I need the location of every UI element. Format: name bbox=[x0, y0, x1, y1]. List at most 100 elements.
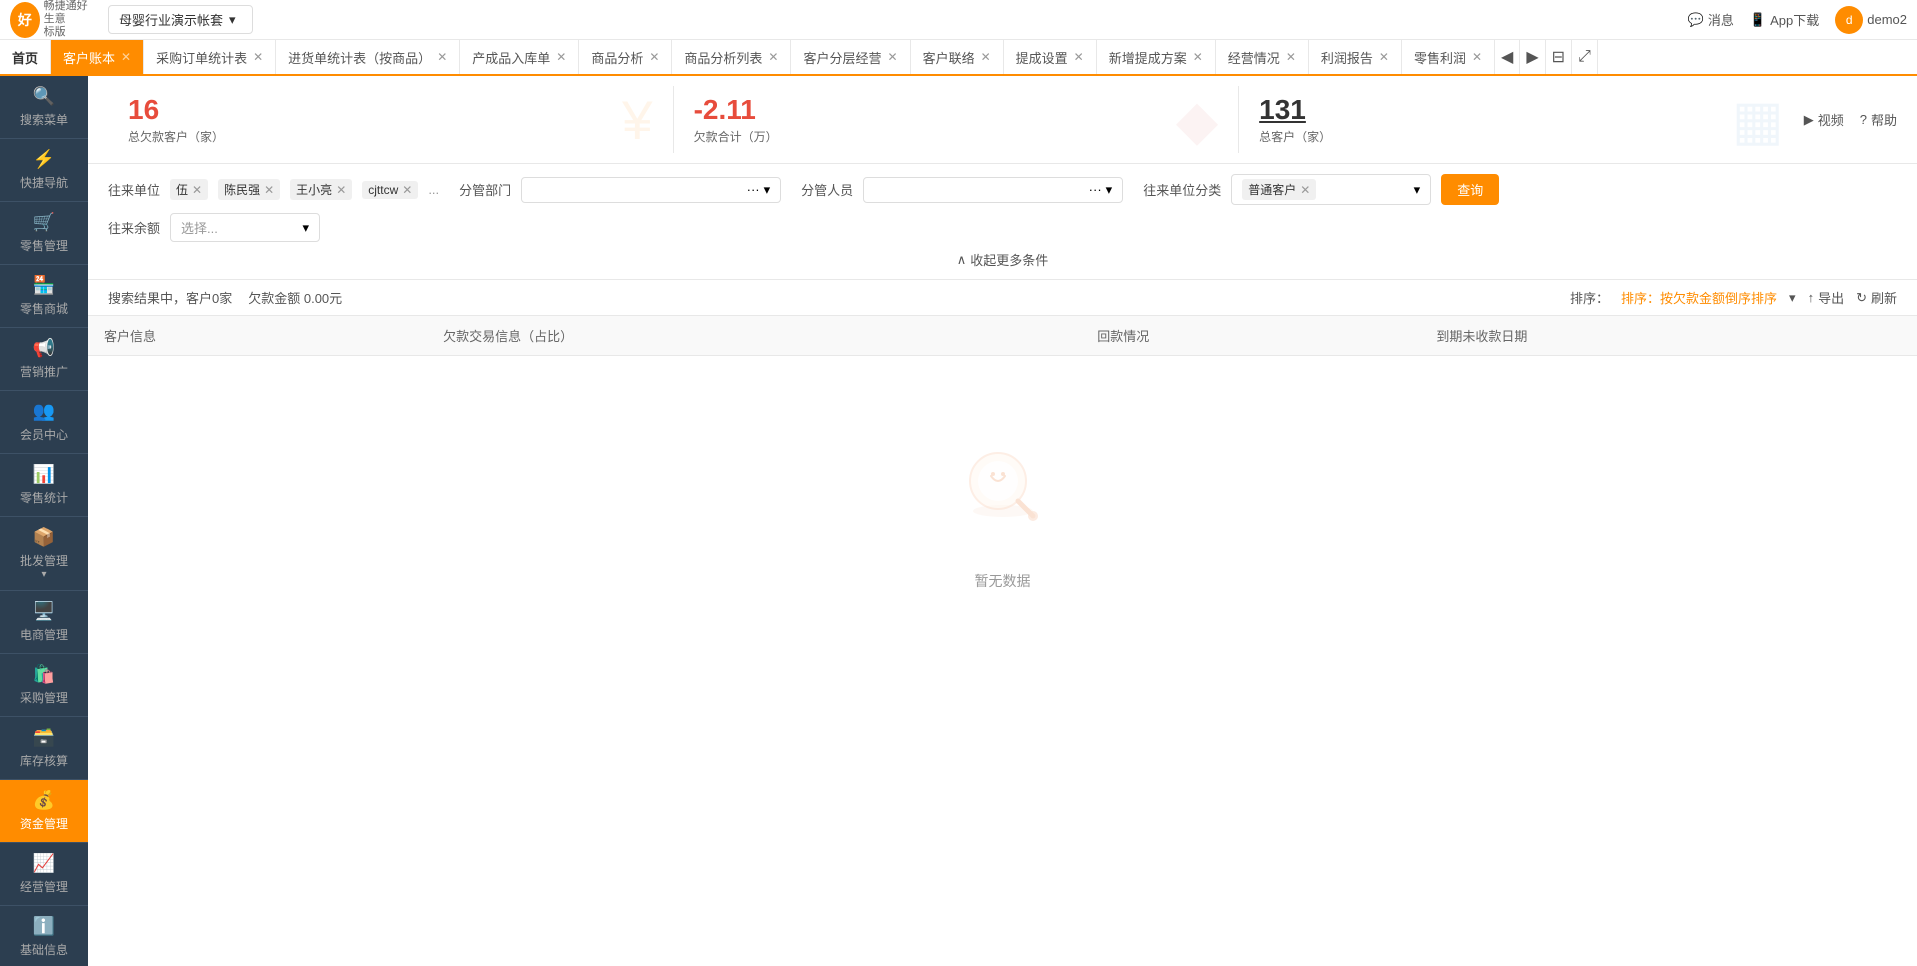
collapse-icon: ∧ bbox=[957, 252, 967, 268]
sidebar-item-quick-nav[interactable]: ⚡ 快捷导航 bbox=[0, 139, 88, 202]
main-layout: 🔍 搜索菜单 ⚡ 快捷导航 🛒 零售管理 🏪 零售商城 📢 营销推广 👥 会员中… bbox=[0, 76, 1917, 966]
balance-filter-label: 往来余额 bbox=[108, 218, 160, 237]
tab-profit-report[interactable]: 利润报告 ✕ bbox=[1309, 40, 1402, 74]
sort-label: 排序： bbox=[1570, 288, 1609, 307]
sidebar: 🔍 搜索菜单 ⚡ 快捷导航 🛒 零售管理 🏪 零售商城 📢 营销推广 👥 会员中… bbox=[0, 76, 88, 966]
tab-product-instock[interactable]: 产成品入库单 ✕ bbox=[460, 40, 579, 74]
stat-debit-amount-value: -2.11 bbox=[694, 94, 778, 126]
tab-goods-analysis-list[interactable]: 商品分析列表 ✕ bbox=[672, 40, 791, 74]
sidebar-item-basic-info[interactable]: ℹ️ 基础信息 bbox=[0, 906, 88, 966]
user-menu[interactable]: d demo2 bbox=[1835, 6, 1907, 34]
filter-tag-close-unit-1[interactable]: ✕ bbox=[264, 183, 274, 197]
sidebar-item-operations-mgmt[interactable]: 📈 经营管理 bbox=[0, 843, 88, 906]
sort-select[interactable]: 排序：按欠款金额倒序排序 bbox=[1621, 288, 1777, 307]
tab-expand-button[interactable]: ⊟ bbox=[1546, 40, 1572, 74]
results-actions: 排序： 排序：按欠款金额倒序排序 ▾ ↑ 导出 ↻ 刷新 bbox=[1570, 288, 1897, 307]
tab-fullscreen-button[interactable]: ⤢ bbox=[1572, 40, 1598, 74]
filter-tag-close-unit-3[interactable]: ✕ bbox=[402, 183, 412, 197]
tab-close-product-instock[interactable]: ✕ bbox=[556, 50, 566, 64]
tab-purchase-order[interactable]: 采购订单统计表 ✕ bbox=[144, 40, 276, 74]
capital-icon: 💰 bbox=[33, 790, 55, 811]
sidebar-item-purchase-mgmt[interactable]: 🛍️ 采购管理 bbox=[0, 654, 88, 717]
tab-close-raise-settings[interactable]: ✕ bbox=[1074, 50, 1084, 64]
tab-close-new-raise-plan[interactable]: ✕ bbox=[1193, 50, 1203, 64]
dept-select-dots[interactable]: ··· bbox=[747, 182, 760, 198]
sidebar-item-retail-stats[interactable]: 📊 零售统计 bbox=[0, 454, 88, 517]
app-download-button[interactable]: 📱 App下载 bbox=[1750, 10, 1819, 29]
category-select-chevron: ▾ bbox=[1414, 182, 1421, 198]
tab-close-customer-contact[interactable]: ✕ bbox=[981, 50, 991, 64]
tab-close-customer-tier[interactable]: ✕ bbox=[888, 50, 898, 64]
tab-raise-settings[interactable]: 提成设置 ✕ bbox=[1004, 40, 1097, 74]
basic-info-icon: ℹ️ bbox=[33, 916, 55, 937]
tab-new-raise-plan[interactable]: 新增提成方案 ✕ bbox=[1097, 40, 1216, 74]
tab-close-goods-analysis-list[interactable]: ✕ bbox=[768, 50, 778, 64]
filter-row-2: 往来余额 选择... ▾ bbox=[108, 213, 1897, 242]
category-select[interactable]: 普通客户 ✕ ▾ bbox=[1231, 174, 1431, 205]
tab-close-profit-report[interactable]: ✕ bbox=[1379, 50, 1389, 64]
filter-tag-close-category-0[interactable]: ✕ bbox=[1300, 183, 1310, 197]
inventory-icon: 🗃️ bbox=[33, 727, 55, 748]
video-button[interactable]: ▶ 视频 bbox=[1804, 110, 1844, 129]
tab-prev-button[interactable]: ◀ bbox=[1495, 40, 1520, 74]
sidebar-item-retail-shop[interactable]: 🏪 零售商城 bbox=[0, 265, 88, 328]
sidebar-item-search[interactable]: 🔍 搜索菜单 bbox=[0, 76, 88, 139]
message-button[interactable]: 💬 消息 bbox=[1688, 10, 1734, 29]
tab-customer-tier[interactable]: 客户分层经营 ✕ bbox=[791, 40, 910, 74]
help-icon: ? bbox=[1860, 112, 1867, 127]
empty-state: 暂无数据 bbox=[88, 356, 1917, 671]
export-button[interactable]: ↑ 导出 bbox=[1808, 288, 1845, 307]
tab-home[interactable]: 首页 bbox=[0, 40, 51, 74]
sidebar-item-member-center[interactable]: 👥 会员中心 bbox=[0, 391, 88, 454]
results-bar: 搜索结果中，客户0家 欠款金额 0.00元 排序： 排序：按欠款金额倒序排序 ▾… bbox=[88, 280, 1917, 316]
unit-filter-label: 往来单位 bbox=[108, 180, 160, 199]
retail-shop-icon: 🏪 bbox=[33, 275, 55, 296]
logo-text: 畅捷通好生意 标版 bbox=[44, 0, 98, 39]
operations-mgmt-icon: 📈 bbox=[33, 853, 55, 874]
tab-inventory-stats[interactable]: 进货单统计表（按商品） ✕ bbox=[276, 40, 460, 74]
results-summary-text: 搜索结果中，客户0家 bbox=[108, 288, 232, 307]
tab-close-retail-profit[interactable]: ✕ bbox=[1472, 50, 1482, 64]
balance-select-chevron: ▾ bbox=[302, 220, 309, 236]
person-select[interactable]: ··· ▾ bbox=[863, 177, 1123, 203]
filter-tag-close-unit-0[interactable]: ✕ bbox=[192, 183, 202, 197]
tab-retail-profit[interactable]: 零售利润 ✕ bbox=[1402, 40, 1495, 74]
sidebar-item-retail-mgmt[interactable]: 🛒 零售管理 bbox=[0, 202, 88, 265]
help-button[interactable]: ? 帮助 bbox=[1860, 110, 1897, 129]
tab-close-inventory-stats[interactable]: ✕ bbox=[437, 50, 447, 64]
ecom-mgmt-icon: 🖥️ bbox=[33, 601, 55, 622]
tab-customer-contact[interactable]: 客户联络 ✕ bbox=[911, 40, 1004, 74]
filter-tag-category-0: 普通客户 ✕ bbox=[1242, 179, 1316, 200]
tab-next-button[interactable]: ▶ bbox=[1520, 40, 1545, 74]
filter-row-1: 往来单位 伍 ✕ 陈民强 ✕ 王小亮 ✕ cjttcw ✕ ... bbox=[108, 174, 1897, 205]
top-right-actions: 💬 消息 📱 App下载 d demo2 bbox=[1688, 6, 1907, 34]
sidebar-item-inventory[interactable]: 🗃️ 库存核算 bbox=[0, 717, 88, 780]
tab-close-customers[interactable]: ✕ bbox=[121, 50, 131, 64]
stat-debit-amount-bg-icon: ◆ bbox=[1176, 88, 1218, 152]
tab-goods-analysis[interactable]: 商品分析 ✕ bbox=[579, 40, 672, 74]
tab-bar: 首页 客户账本 ✕ 采购订单统计表 ✕ 进货单统计表（按商品） ✕ 产成品入库单… bbox=[0, 40, 1917, 76]
sidebar-item-wholesale-mgmt[interactable]: 📦 批发管理 ▾ bbox=[0, 517, 88, 591]
search-button[interactable]: 查询 bbox=[1441, 174, 1499, 205]
col-due-date: 到期未收款日期 bbox=[1420, 316, 1917, 356]
sidebar-item-marketing[interactable]: 📢 营销推广 bbox=[0, 328, 88, 391]
account-selector[interactable]: 母婴行业演示帐套 ▾ bbox=[108, 5, 253, 34]
tab-close-purchase-order[interactable]: ✕ bbox=[253, 50, 263, 64]
tab-customers[interactable]: 客户账本 ✕ bbox=[51, 40, 144, 74]
tab-close-goods-analysis[interactable]: ✕ bbox=[649, 50, 659, 64]
filter-more-units[interactable]: ... bbox=[428, 182, 439, 197]
sidebar-item-capital[interactable]: 💰 资金管理 bbox=[0, 780, 88, 843]
person-select-dots[interactable]: ··· bbox=[1089, 182, 1102, 198]
stats-bar: 16 总欠款客户（家） ¥ -2.11 欠款合计（万） ◆ 131 总客户（家）… bbox=[88, 76, 1917, 164]
filter-tag-close-unit-2[interactable]: ✕ bbox=[336, 183, 346, 197]
content-area: 16 总欠款客户（家） ¥ -2.11 欠款合计（万） ◆ 131 总客户（家）… bbox=[88, 76, 1917, 966]
collapse-button[interactable]: ∧ 收起更多条件 bbox=[957, 250, 1049, 269]
empty-text: 暂无数据 bbox=[975, 571, 1031, 591]
tab-operations[interactable]: 经营情况 ✕ bbox=[1216, 40, 1309, 74]
balance-select[interactable]: 选择... ▾ bbox=[170, 213, 320, 242]
sidebar-item-ecom-mgmt[interactable]: 🖥️ 电商管理 bbox=[0, 591, 88, 654]
collapse-row: ∧ 收起更多条件 bbox=[108, 250, 1897, 269]
tab-close-operations[interactable]: ✕ bbox=[1286, 50, 1296, 64]
refresh-button[interactable]: ↻ 刷新 bbox=[1856, 288, 1897, 307]
dept-select[interactable]: ··· ▾ bbox=[521, 177, 781, 203]
